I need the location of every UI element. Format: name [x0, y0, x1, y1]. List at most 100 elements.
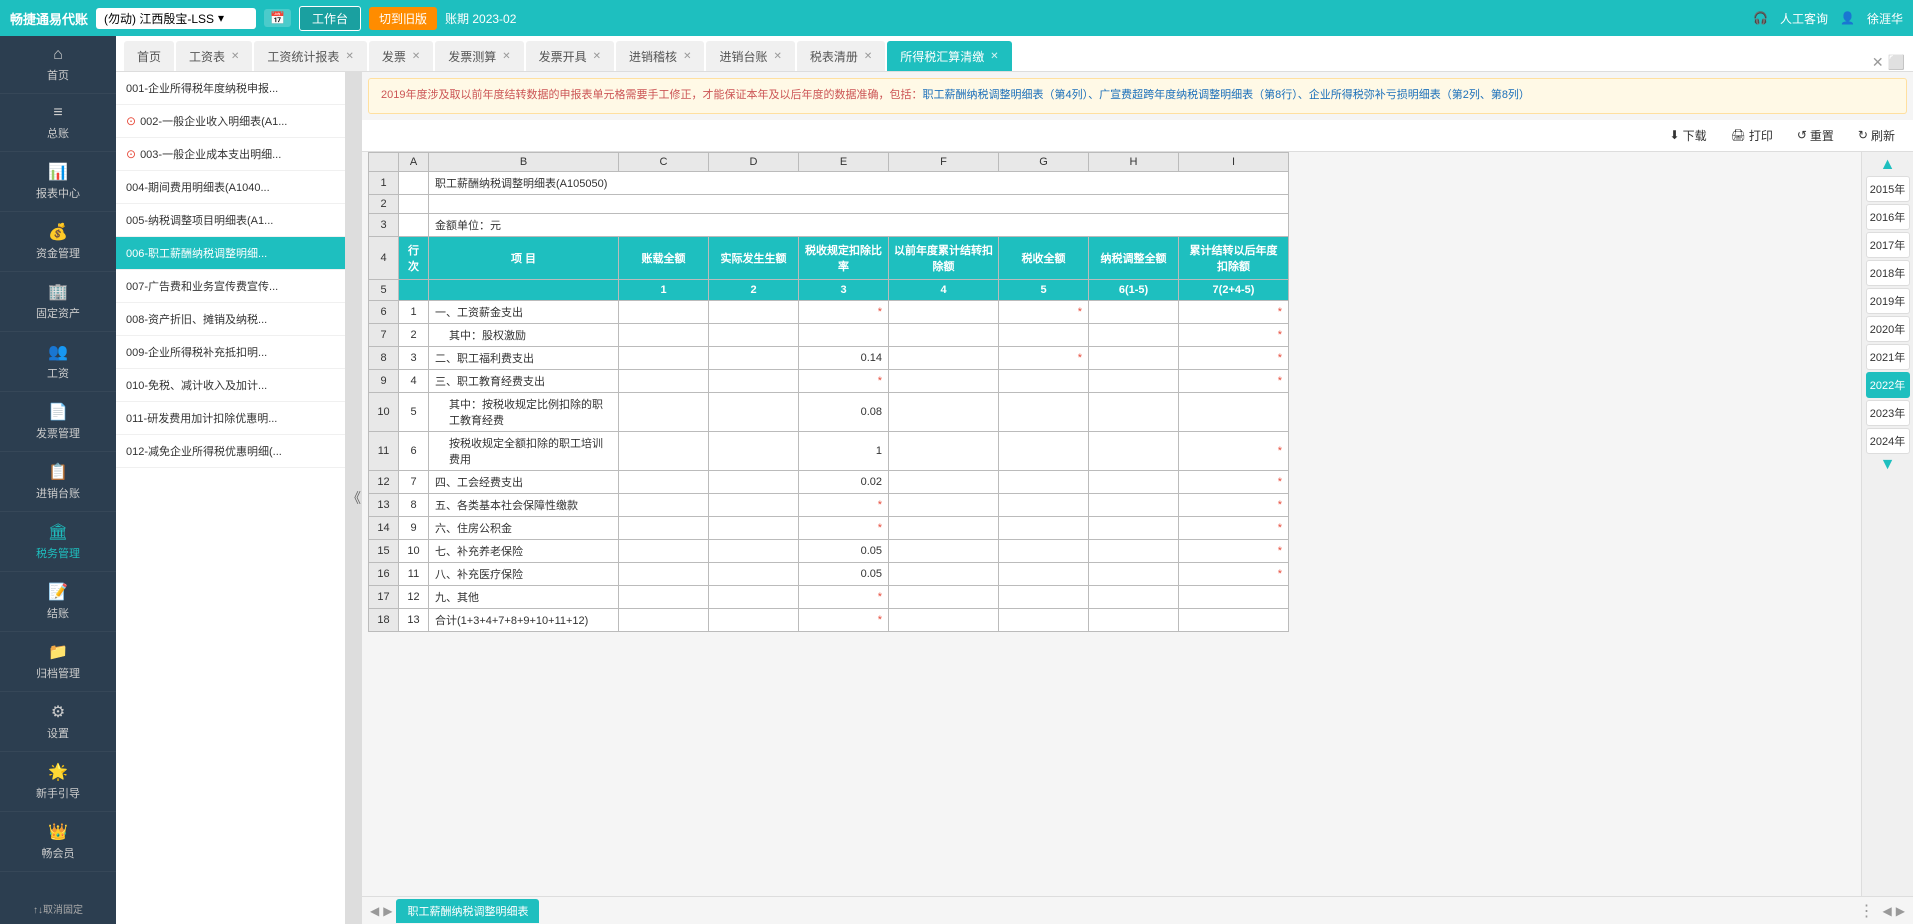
- form-list-item-010[interactable]: 010-免税、减计收入及加计...: [116, 369, 345, 402]
- form-list-item-012[interactable]: 012-减免企业所得税优惠明细(...: [116, 435, 345, 468]
- form-list-item-007[interactable]: 007-广告费和业务宣传费宣传...: [116, 270, 345, 303]
- table-row: 17 12 九、其他 *: [369, 585, 1289, 608]
- sidebar-item-fund[interactable]: 💰 资金管理: [0, 212, 116, 272]
- sheet-prev-icon[interactable]: ◀: [370, 904, 379, 918]
- sheet-scroll-left-icon[interactable]: ◀: [1883, 904, 1892, 918]
- company-selector[interactable]: (勿动) 江西殷宝-LSS ▾: [96, 8, 256, 29]
- close-icon[interactable]: ✕: [231, 51, 239, 62]
- close-icon[interactable]: ✕: [502, 51, 510, 62]
- report-icon: 📊: [48, 162, 68, 182]
- tab-home[interactable]: 首页: [124, 41, 174, 71]
- maximize-icon[interactable]: ⬜: [1888, 54, 1905, 71]
- form-list-item-005[interactable]: 005-纳税调整项目明细表(A1...: [116, 204, 345, 237]
- form-list-item-002[interactable]: ⊙ 002-一般企业收入明细表(A1...: [116, 105, 345, 138]
- year-btn-2015[interactable]: 2015年: [1866, 176, 1910, 202]
- tab-invoice-calc[interactable]: 发票测算✕: [435, 41, 523, 71]
- spreadsheet-title: 职工薪酬纳税调整明细表(A105050): [435, 178, 607, 190]
- sheet-next-icon[interactable]: ▶: [383, 904, 392, 918]
- sidebar-item-close[interactable]: 📝 结账: [0, 572, 116, 632]
- user-name[interactable]: 徐涯华: [1867, 10, 1903, 27]
- sheet-more-icon[interactable]: ⋮: [1859, 901, 1875, 921]
- table-row: 10 5 其中：按税收规定比例扣除的职工教育经费 0.08: [369, 392, 1289, 431]
- tab-inout-check[interactable]: 进销稽核✕: [616, 41, 704, 71]
- year-btn-2018[interactable]: 2018年: [1866, 260, 1910, 286]
- sidebar-item-vip[interactable]: 👑 畅会员: [0, 812, 116, 872]
- form-list-item-004[interactable]: 004-期间费用明细表(A1040...: [116, 171, 345, 204]
- download-button[interactable]: ⬇ 下载: [1664, 124, 1713, 147]
- close-icon[interactable]: ✕: [412, 51, 420, 62]
- print-icon: 🖨: [1731, 128, 1746, 142]
- close-icon[interactable]: ✕: [683, 51, 691, 62]
- sidebar-item-home[interactable]: ⌂ 首页: [0, 36, 116, 94]
- year-nav-up[interactable]: ▲: [1880, 156, 1896, 174]
- close-icon[interactable]: ✕: [773, 51, 781, 62]
- table-row: 15 10 七、补充养老保险 0.05 *: [369, 539, 1289, 562]
- workspace-button[interactable]: 工作台: [299, 6, 361, 31]
- form-list-item-001[interactable]: 001-企业所得税年度纳税申报...: [116, 72, 345, 105]
- tab-income-tax[interactable]: 所得税汇算清缴✕: [887, 41, 1011, 71]
- sidebar-label-asset: 固定资产: [36, 305, 80, 321]
- collapse-panel-button[interactable]: 《: [346, 72, 362, 924]
- form-list-item-009[interactable]: 009-企业所得税补充抵扣明...: [116, 336, 345, 369]
- tab-inout-ledger[interactable]: 进销台账✕: [706, 41, 794, 71]
- col-header-H: 纳税调整全额: [1089, 236, 1179, 279]
- sidebar-item-settings[interactable]: ⚙ 设置: [0, 692, 116, 752]
- service-icon: 🎧: [1753, 11, 1768, 25]
- content-area: 首页 工资表✕ 工资统计报表✕ 发票✕ 发票测算✕ 发票开具✕ 进销稽核✕ 进销…: [116, 36, 1913, 924]
- close-icon[interactable]: ✕: [864, 51, 872, 62]
- sidebar: ⌂ 首页 ≡ 总账 📊 报表中心 💰 资金管理 🏢 固定资产 👥 工资 📄 发票…: [0, 36, 116, 924]
- sidebar-item-invoice[interactable]: 📄 发票管理: [0, 392, 116, 452]
- tab-salary-report[interactable]: 工资统计报表✕: [254, 41, 366, 71]
- sidebar-item-guide[interactable]: 🌟 新手引导: [0, 752, 116, 812]
- sidebar-item-tax[interactable]: 🏛 税务管理: [0, 512, 116, 572]
- close-icon[interactable]: ✕: [345, 51, 353, 62]
- back-button[interactable]: 切到旧版: [369, 7, 437, 30]
- tab-salary[interactable]: 工资表✕: [176, 41, 252, 71]
- close-all-icon[interactable]: ✕: [1872, 54, 1884, 71]
- tab-invoice-open[interactable]: 发票开具✕: [526, 41, 614, 71]
- year-panel: ▲ 2015年 2016年 2017年 2018年 2019年 2020年 20…: [1861, 152, 1913, 896]
- table-row: 18 13 合计(1+3+4+7+8+9+10+11+12) *: [369, 608, 1289, 631]
- sidebar-item-report[interactable]: 📊 报表中心: [0, 152, 116, 212]
- settings-icon: ⚙: [51, 702, 65, 722]
- year-btn-2024[interactable]: 2024年: [1866, 428, 1910, 454]
- error-icon: ⊙: [126, 147, 136, 161]
- print-button[interactable]: 🖨 打印: [1725, 124, 1779, 147]
- tab-invoice[interactable]: 发票✕: [369, 41, 433, 71]
- refresh-icon: ↻: [1858, 128, 1868, 142]
- tab-tax-list[interactable]: 税表清册✕: [797, 41, 885, 71]
- sidebar-item-inout[interactable]: 📋 进销台账: [0, 452, 116, 512]
- year-btn-2016[interactable]: 2016年: [1866, 204, 1910, 230]
- reset-button[interactable]: ↺ 重置: [1791, 124, 1840, 147]
- sheet-scroll-right-icon[interactable]: ▶: [1896, 904, 1905, 918]
- year-btn-2023[interactable]: 2023年: [1866, 400, 1910, 426]
- form-list-item-006[interactable]: 006-职工薪酬纳税调整明细...: [116, 237, 345, 270]
- notice-bar: 2019年度涉及取以前年度结转数据的申报表单元格需要手工修正，才能保证本年及以后…: [368, 78, 1907, 114]
- sidebar-item-asset[interactable]: 🏢 固定资产: [0, 272, 116, 332]
- close-icon[interactable]: ✕: [593, 51, 601, 62]
- sidebar-item-archive[interactable]: 📁 归档管理: [0, 632, 116, 692]
- form-list-item-011[interactable]: 011-研发费用加计扣除优惠明...: [116, 402, 345, 435]
- sidebar-item-salary[interactable]: 👥 工资: [0, 332, 116, 392]
- sheet-tab-salary[interactable]: 职工薪酬纳税调整明细表: [396, 899, 539, 923]
- year-btn-2021[interactable]: 2021年: [1866, 344, 1910, 370]
- sidebar-label-settings: 设置: [47, 725, 69, 741]
- top-bar: 畅捷通易代账 (勿动) 江西殷宝-LSS ▾ 📅 工作台 切到旧版 账期 202…: [0, 0, 1913, 36]
- year-btn-2019[interactable]: 2019年: [1866, 288, 1910, 314]
- year-btn-2017[interactable]: 2017年: [1866, 232, 1910, 258]
- sidebar-item-ledger[interactable]: ≡ 总账: [0, 94, 116, 152]
- user-area: 🎧 人工客询 👤 徐涯华: [1753, 10, 1903, 27]
- close-icon[interactable]: ✕: [990, 51, 998, 62]
- sidebar-label-guide: 新手引导: [36, 785, 80, 801]
- cancel-fixed-button[interactable]: ↑↓取消固定: [0, 893, 116, 924]
- calendar-icon-btn[interactable]: 📅: [264, 9, 291, 27]
- form-list-item-008[interactable]: 008-资产折旧、摊销及纳税...: [116, 303, 345, 336]
- service-label[interactable]: 人工客询: [1780, 10, 1828, 27]
- table-row-1: 1 职工薪酬纳税调整明细表(A105050): [369, 171, 1289, 194]
- year-nav-down[interactable]: ▼: [1880, 456, 1896, 474]
- year-btn-2020[interactable]: 2020年: [1866, 316, 1910, 342]
- form-list-item-003[interactable]: ⊙ 003-一般企业成本支出明细...: [116, 138, 345, 171]
- notice-text: 2019年度涉及取以前年度结转数据的申报表单元格需要手工修正，才能保证本年及以后…: [381, 89, 1530, 101]
- year-btn-2022[interactable]: 2022年: [1866, 372, 1910, 398]
- refresh-button[interactable]: ↻ 刷新: [1852, 124, 1901, 147]
